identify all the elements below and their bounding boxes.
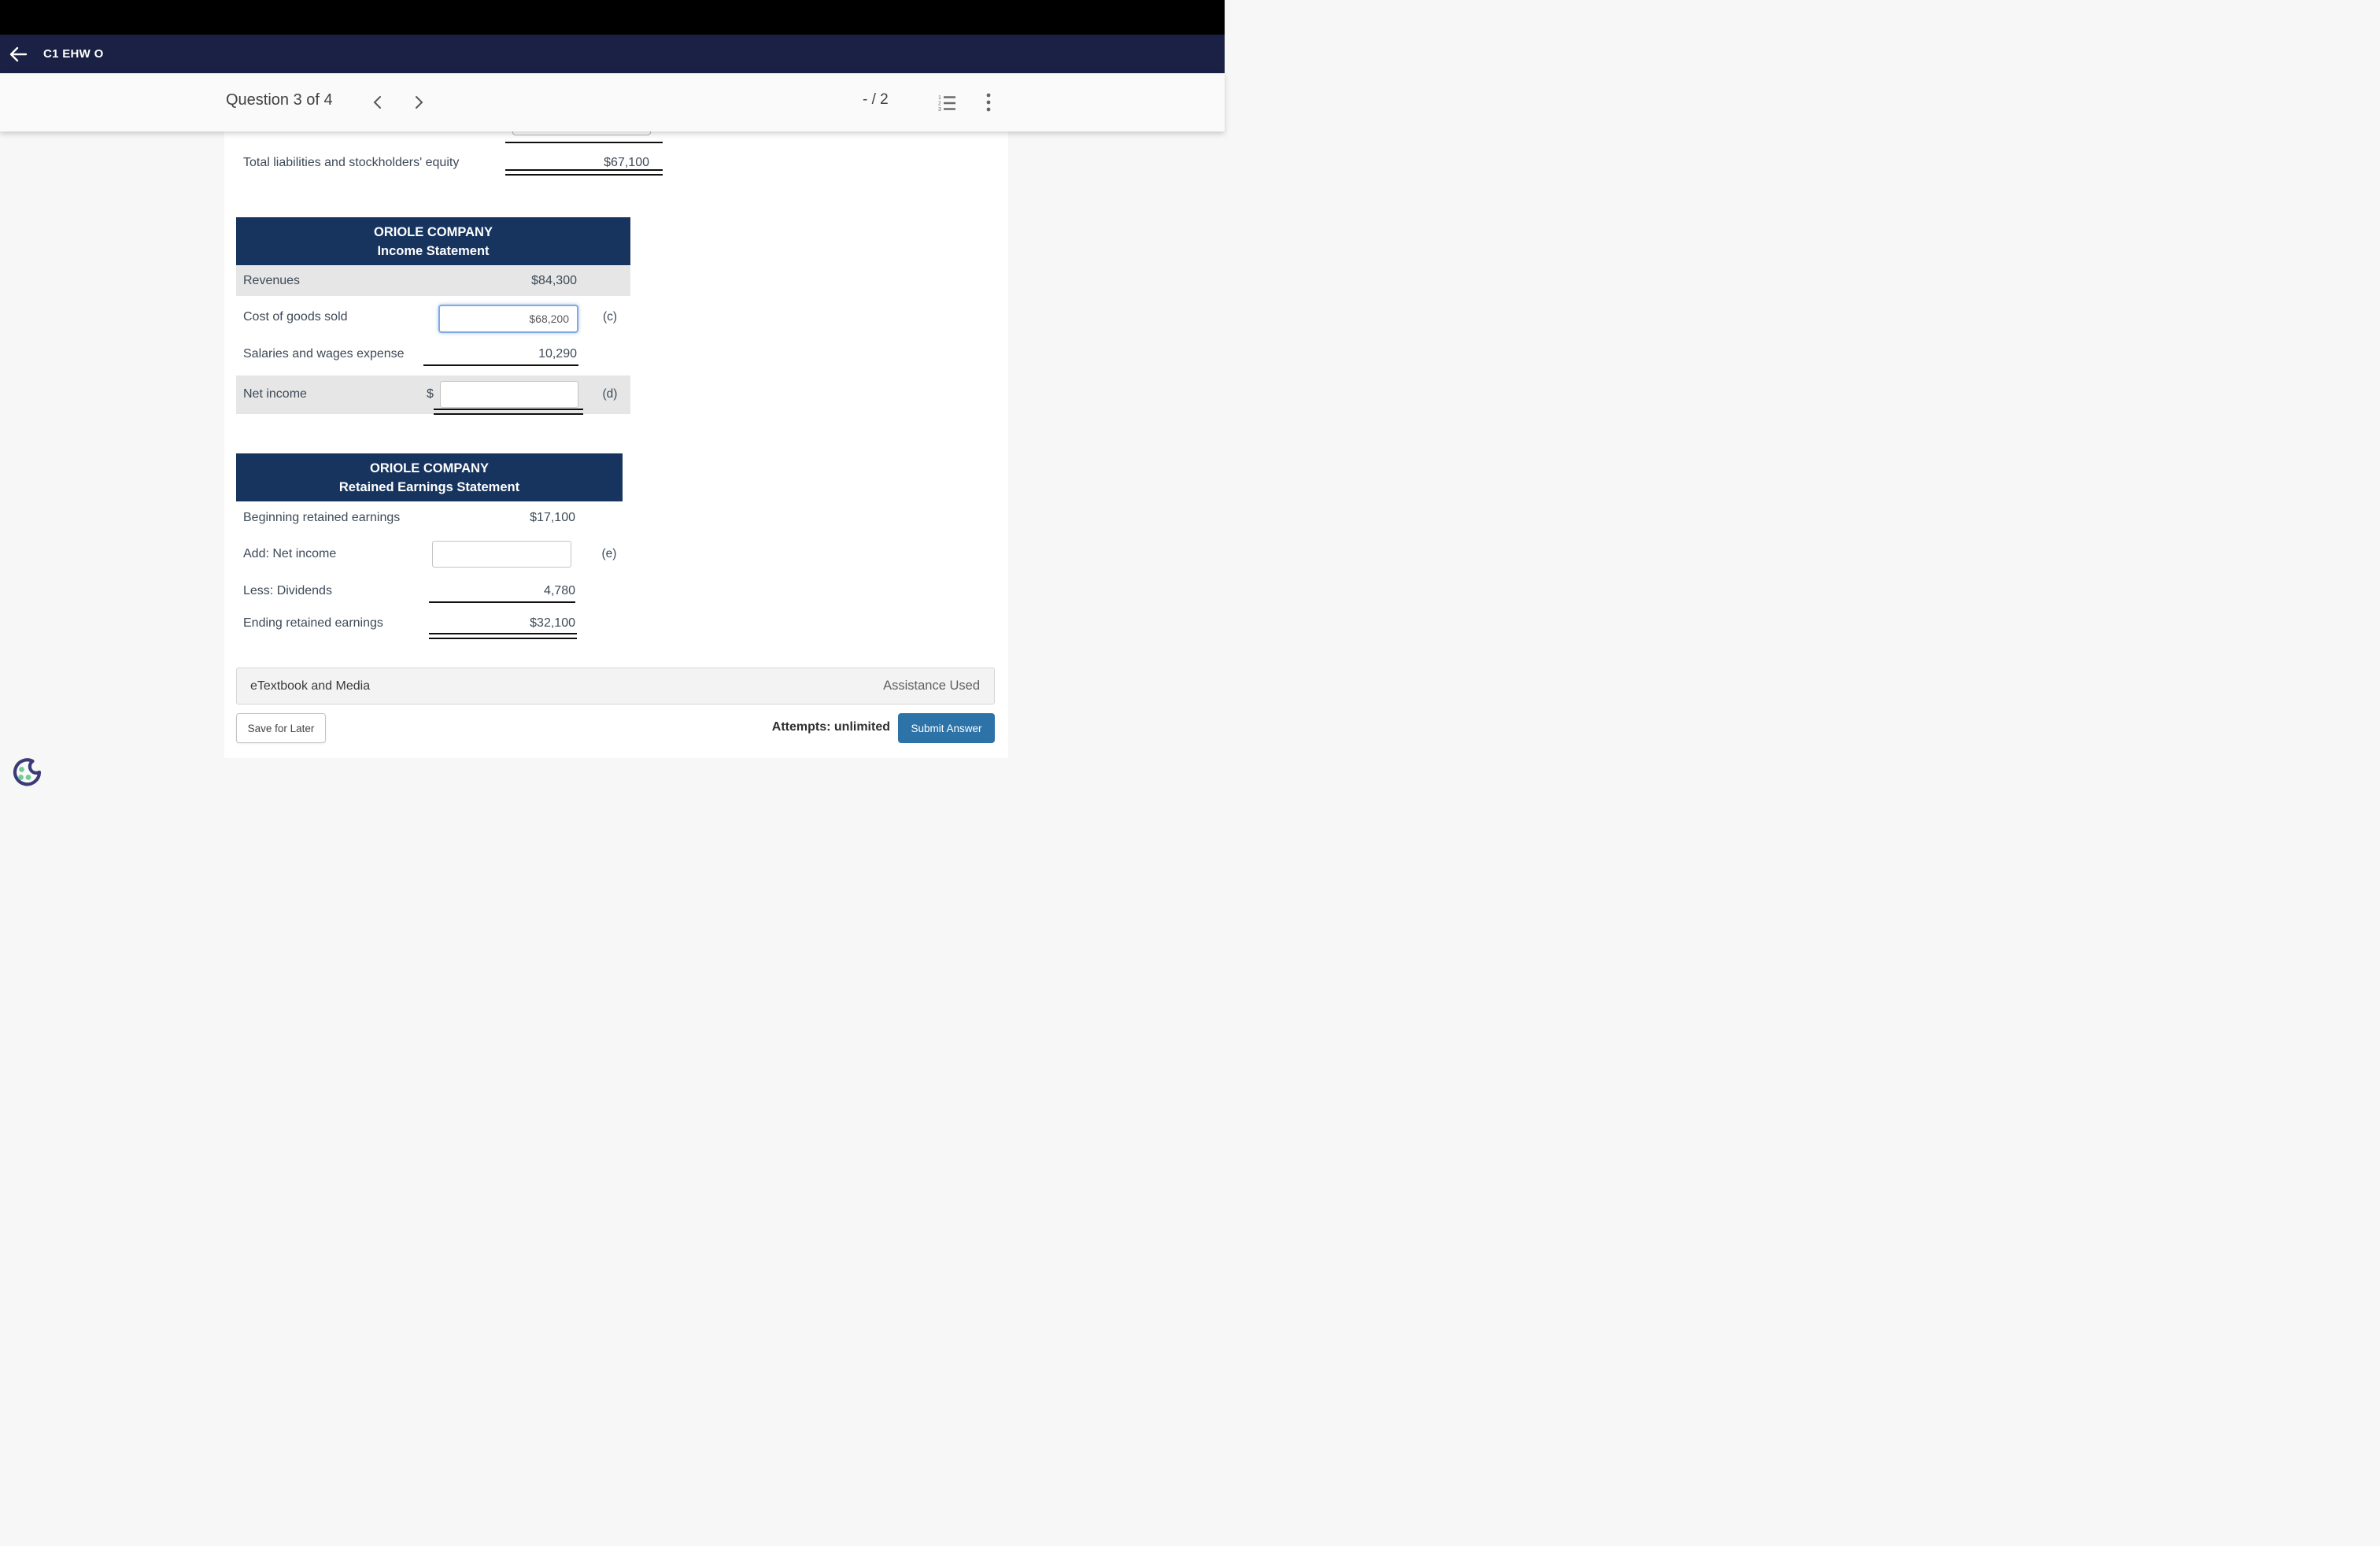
net-income-dollar-sign: $ [427,387,434,401]
question-toolbar: Question 3 of 4 - / 2 1 2 3 [0,73,1225,131]
income-statement-header: ORIOLE COMPANY Income Statement [236,217,630,265]
cogs-label: Cost of goods sold [243,310,348,324]
system-black-bar [0,0,1225,35]
salaries-value: 10,290 [538,347,577,361]
chevron-left-icon [373,96,381,109]
company-name: ORIOLE COMPANY [374,225,493,239]
beginning-re-label: Beginning retained earnings [243,511,401,524]
statement-title: Retained Earnings Statement [338,480,520,494]
question-content-area: Total liabilities and stockholders' equi… [0,131,1225,795]
dividends-single-rule [429,601,575,603]
cookie-icon [13,758,42,786]
clipped-answer-input[interactable] [512,131,651,135]
arrow-left-icon [9,46,28,61]
net-income-label: Net income [243,387,307,401]
statement-title: Income Statement [377,244,490,258]
more-options-button[interactable] [974,89,1003,116]
total-liabilities-label: Total liabilities and stockholders' equi… [243,156,460,169]
salaries-single-rule [423,364,578,366]
svg-text:1: 1 [938,95,941,101]
previous-question-button[interactable] [364,91,390,114]
next-question-button[interactable] [406,91,433,114]
ending-re-label: Ending retained earnings [243,616,383,630]
net-income-double-rule [434,409,583,415]
total-row-double-rule [505,169,663,176]
cogs-ref-label: (c) [602,310,618,324]
add-net-income-answer-input[interactable] [432,541,571,568]
company-name: ORIOLE COMPANY [370,461,489,475]
back-button[interactable] [0,35,36,73]
net-income-answer-input[interactable] [440,381,578,408]
assignment-title: C1 EHW O [43,47,104,61]
numbered-list-icon: 1 2 3 [938,95,955,111]
svg-text:2: 2 [938,102,941,107]
kebab-menu-icon [986,93,991,112]
etextbook-bar[interactable]: eTextbook and Media Assistance Used [236,668,995,705]
cogs-answer-input[interactable] [438,305,578,333]
attempts-label: Attempts: unlimited [771,720,890,734]
retained-earnings-header: ORIOLE COMPANY Retained Earnings Stateme… [236,453,623,501]
question-list-button[interactable]: 1 2 3 [933,89,962,116]
svg-text:3: 3 [938,107,941,111]
question-panel: Total liabilities and stockholders' equi… [224,131,1008,758]
total-liabilities-value: $67,100 [604,156,649,169]
assistance-used-label: Assistance Used [883,679,980,693]
total-row-top-rule [505,142,663,143]
score-indicator: - / 2 [863,91,889,108]
ending-re-value: $32,100 [530,616,575,630]
dividends-value: 4,780 [543,584,575,597]
revenues-label: Revenues [243,274,301,287]
add-net-income-label: Add: Net income [243,547,337,560]
etextbook-link[interactable]: eTextbook and Media [250,679,370,693]
ending-re-double-rule [429,633,577,639]
revenues-value: $84,300 [531,274,577,287]
dividends-label: Less: Dividends [243,584,332,597]
chevron-right-icon [416,96,423,109]
submit-answer-button[interactable]: Submit Answer [898,713,995,743]
cookie-consent-widget[interactable] [10,757,43,790]
beginning-re-value: $17,100 [530,511,575,524]
add-net-income-ref-label: (e) [601,547,617,560]
question-counter: Question 3 of 4 [226,91,333,109]
save-for-later-button[interactable]: Save for Later [236,713,326,743]
net-income-ref-label: (d) [602,387,618,401]
salaries-label: Salaries and wages expense [243,347,405,361]
app-header: C1 EHW O [0,35,1225,73]
